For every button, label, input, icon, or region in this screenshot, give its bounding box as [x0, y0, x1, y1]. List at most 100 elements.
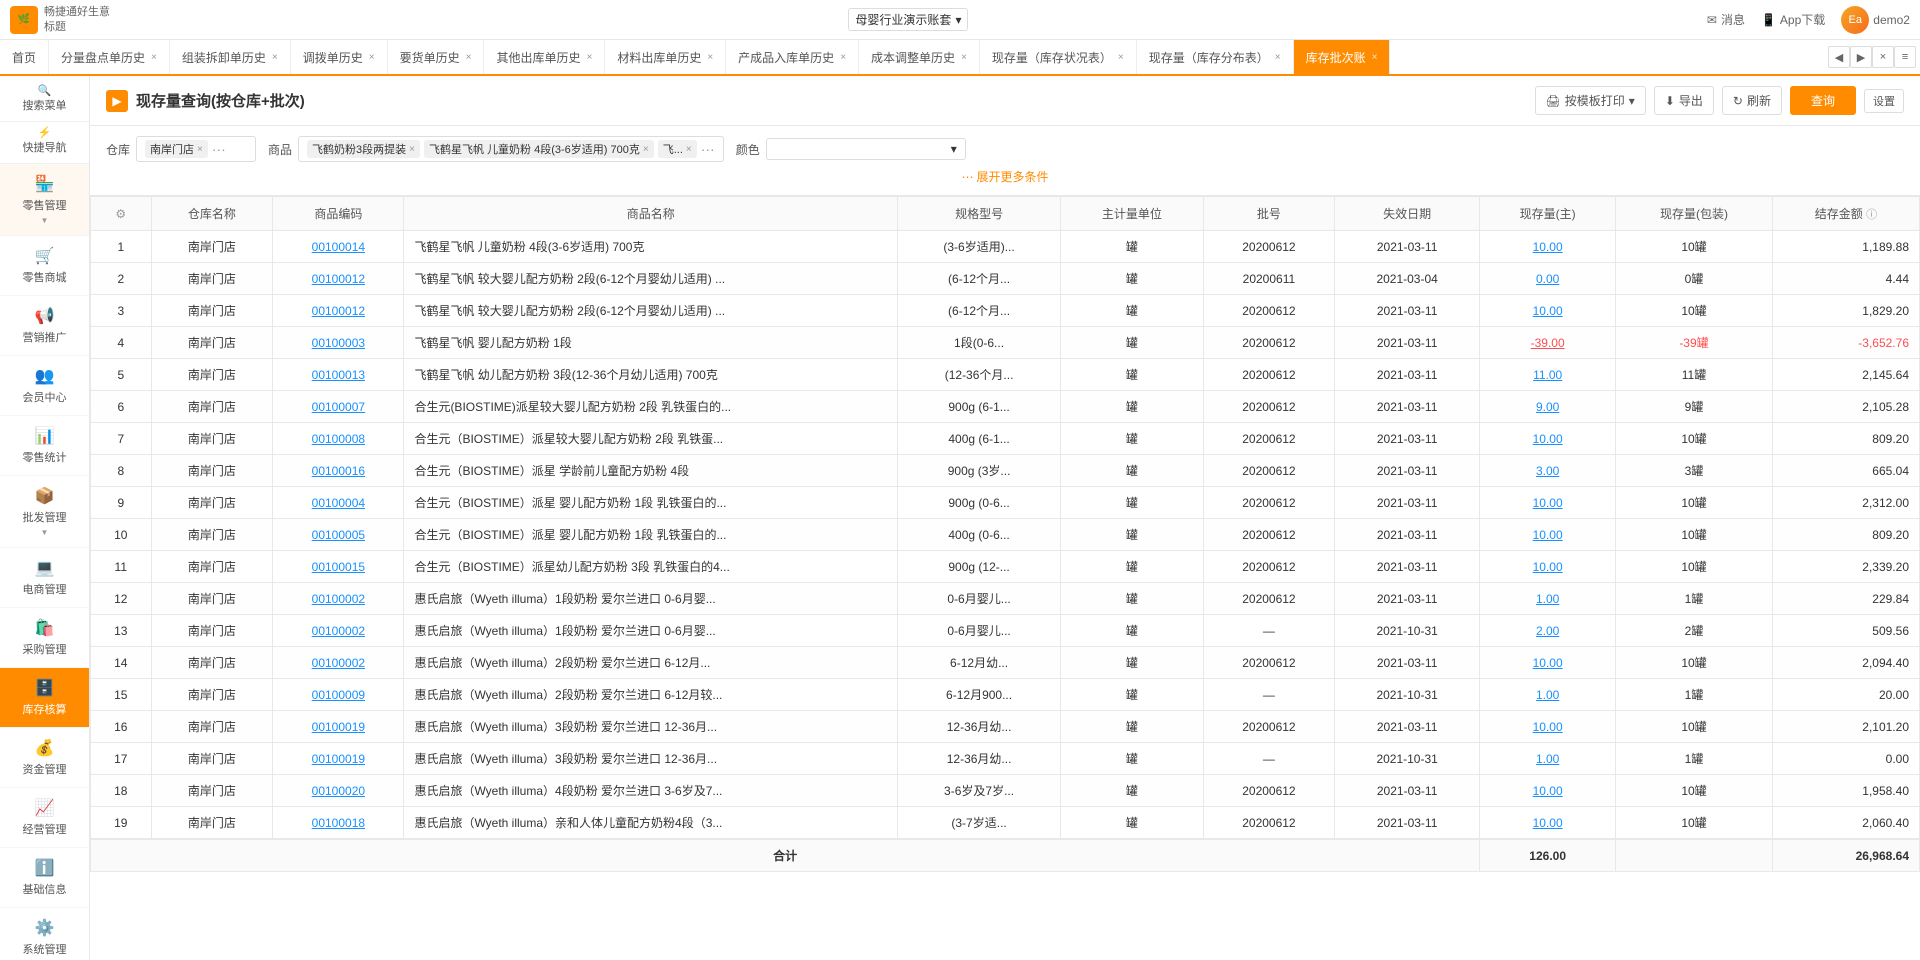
print-button[interactable]: 🖨 按模板打印 ▾	[1535, 86, 1646, 115]
system-icon: ⚙️	[35, 918, 55, 938]
tab-fenliangpandian[interactable]: 分量盘点单历史 ×	[49, 40, 170, 75]
nav-prev-button[interactable]: ◀	[1828, 46, 1850, 68]
tab-cailiaochuku[interactable]: 材料出库单历史 ×	[605, 40, 726, 75]
color-dropdown[interactable]: ▾	[766, 138, 966, 160]
row-qty-main: 11.00	[1480, 359, 1616, 391]
warehouse-more-button[interactable]: ···	[212, 141, 226, 157]
row-qty-pkg: 11罐	[1616, 359, 1773, 391]
row-qty-main: 1.00	[1480, 679, 1616, 711]
nav-close-button[interactable]: ×	[1872, 46, 1894, 68]
row-unit: 罐	[1060, 775, 1203, 807]
row-expire: 2021-03-11	[1335, 231, 1480, 263]
row-name: 飞鹤星飞帆 较大婴儿配方奶粉 2段(6-12个月婴幼儿适用) ...	[404, 295, 898, 327]
nav-menu-button[interactable]: ≡	[1894, 46, 1916, 68]
refresh-button[interactable]: ↻ 刷新	[1722, 86, 1782, 115]
remove-warehouse-tag[interactable]: ×	[197, 144, 203, 155]
tab-kucunfenbu[interactable]: 现存量（库存分布表） ×	[1137, 40, 1294, 75]
close-icon[interactable]: ×	[272, 52, 278, 63]
tab-kucunzhuangkuang[interactable]: 现存量（库存状况表） ×	[980, 40, 1137, 75]
remove-product-tag-1[interactable]: ×	[409, 144, 415, 155]
product-tags-input[interactable]: 飞鹤奶粉3段两提装 × 飞鹤星飞帆 儿童奶粉 4段(3-6岁适用) 700克 ×…	[298, 136, 724, 162]
close-icon[interactable]: ×	[369, 52, 375, 63]
message-button[interactable]: ✉ 消息	[1707, 11, 1745, 28]
sidebar-item-basic-info[interactable]: ℹ️ 基础信息	[0, 848, 89, 908]
sidebar-item-wholesale[interactable]: 📦 批发管理 ▼	[0, 476, 89, 548]
expand-filter-button[interactable]: ▶	[106, 90, 128, 112]
export-button[interactable]: ⬇ 导出	[1654, 86, 1714, 115]
breadcrumb-dropdown[interactable]: 母婴行业演示账套 ▾	[848, 8, 968, 31]
sidebar-item-finance[interactable]: 💰 资金管理	[0, 728, 89, 788]
sidebar-item-inventory[interactable]: 🗄️ 库存核算	[0, 668, 89, 728]
sidebar-item-retail-stats[interactable]: 📊 零售统计	[0, 416, 89, 476]
warehouse-tags-input[interactable]: 南岸门店 × ···	[136, 136, 256, 162]
row-no: 6	[91, 391, 152, 423]
tab-kucunpici[interactable]: 库存批次账 ×	[1294, 40, 1391, 75]
remove-product-tag-3[interactable]: ×	[686, 144, 692, 155]
sidebar-item-retail-mgmt[interactable]: 🏪 零售管理 ▼	[0, 164, 89, 236]
table-row: 15 南岸门店 00100009 惠氏启旅（Wyeth illuma）2段奶粉 …	[91, 679, 1920, 711]
close-icon[interactable]: ×	[466, 52, 472, 63]
print-icon: 🖨	[1546, 94, 1561, 108]
row-batch: 20200612	[1203, 327, 1334, 359]
close-icon[interactable]: ×	[1275, 52, 1281, 63]
product-more-button[interactable]: ···	[701, 141, 715, 157]
nav-next-button[interactable]: ▶	[1850, 46, 1872, 68]
user-menu[interactable]: Ea demo2	[1841, 6, 1910, 34]
page-header: ▶ 现存量查询(按仓库+批次) 🖨 按模板打印 ▾ ⬇ 导出 ↻ 刷新	[90, 76, 1920, 126]
close-icon[interactable]: ×	[961, 52, 967, 63]
sidebar-item-retail-mall[interactable]: 🛒 零售商城	[0, 236, 89, 296]
expand-conditions-button[interactable]: ⋯ 展开更多条件	[106, 168, 1904, 185]
purchase-icon: 🛍️	[35, 618, 55, 638]
tab-diaobodadan[interactable]: 调拨单历史 ×	[291, 40, 388, 75]
close-icon[interactable]: ×	[586, 52, 592, 63]
row-spec: 0-6月婴儿...	[898, 615, 1061, 647]
sidebar-item-marketing[interactable]: 📢 营销推广	[0, 296, 89, 356]
row-warehouse: 南岸门店	[151, 487, 273, 519]
content-area: ▶ 现存量查询(按仓库+批次) 🖨 按模板打印 ▾ ⬇ 导出 ↻ 刷新	[90, 76, 1920, 960]
query-button[interactable]: 查询	[1790, 86, 1856, 115]
amount-info-icon[interactable]: ⓘ	[1866, 209, 1877, 221]
col-settings[interactable]: ⚙	[91, 197, 152, 231]
tab-chengbentiaozhen[interactable]: 成本调整单历史 ×	[859, 40, 980, 75]
row-no: 18	[91, 775, 152, 807]
close-icon[interactable]: ×	[1372, 52, 1378, 63]
row-amount: 1,829.20	[1772, 295, 1919, 327]
row-spec: 400g (0-6...	[898, 519, 1061, 551]
tab-home[interactable]: 首页	[0, 40, 49, 75]
settings-button[interactable]: 设置	[1864, 89, 1904, 113]
remove-product-tag-2[interactable]: ×	[643, 144, 649, 155]
tab-yaohuo[interactable]: 要货单历史 ×	[388, 40, 485, 75]
row-expire: 2021-03-11	[1335, 455, 1480, 487]
row-amount: 2,094.40	[1772, 647, 1919, 679]
app-download-button[interactable]: 📱 App下载	[1761, 11, 1825, 28]
sidebar-item-operations[interactable]: 📈 经营管理	[0, 788, 89, 848]
tab-chanchengpinruku[interactable]: 产成品入库单历史 ×	[726, 40, 859, 75]
table-row: 5 南岸门店 00100013 飞鹤星飞帆 幼儿配方奶粉 3段(12-36个月幼…	[91, 359, 1920, 391]
close-icon[interactable]: ×	[1118, 52, 1124, 63]
sidebar-item-member[interactable]: 👥 会员中心	[0, 356, 89, 416]
row-unit: 罐	[1060, 519, 1203, 551]
sidebar-item-system[interactable]: ⚙️ 系统管理	[0, 908, 89, 960]
tab-qitachuku[interactable]: 其他出库单历史 ×	[484, 40, 605, 75]
row-qty-main: 9.00	[1480, 391, 1616, 423]
close-icon[interactable]: ×	[151, 52, 157, 63]
close-icon[interactable]: ×	[707, 52, 713, 63]
sidebar-item-purchase[interactable]: 🛍️ 采购管理	[0, 608, 89, 668]
row-expire: 2021-03-11	[1335, 519, 1480, 551]
close-icon[interactable]: ×	[840, 52, 846, 63]
row-no: 16	[91, 711, 152, 743]
sidebar-search[interactable]: 🔍 搜索菜单	[0, 76, 89, 122]
sidebar-item-ecommerce[interactable]: 💻 电商管理	[0, 548, 89, 608]
row-amount: 2,312.00	[1772, 487, 1919, 519]
row-amount: 1,189.88	[1772, 231, 1919, 263]
sidebar-quick-nav[interactable]: ⚡ 快捷导航	[0, 122, 89, 164]
row-warehouse: 南岸门店	[151, 583, 273, 615]
warehouse-filter: 仓库 南岸门店 × ···	[106, 136, 256, 162]
page-actions: 🖨 按模板打印 ▾ ⬇ 导出 ↻ 刷新 查询 设置	[1535, 86, 1904, 115]
row-unit: 罐	[1060, 487, 1203, 519]
row-code: 00100014	[273, 231, 404, 263]
row-warehouse: 南岸门店	[151, 327, 273, 359]
table-row: 8 南岸门店 00100016 合生元（BIOSTIME）派星 学龄前儿童配方奶…	[91, 455, 1920, 487]
tab-zuzhangchaijian[interactable]: 组装拆卸单历史 ×	[170, 40, 291, 75]
table-row: 13 南岸门店 00100002 惠氏启旅（Wyeth illuma）1段奶粉 …	[91, 615, 1920, 647]
